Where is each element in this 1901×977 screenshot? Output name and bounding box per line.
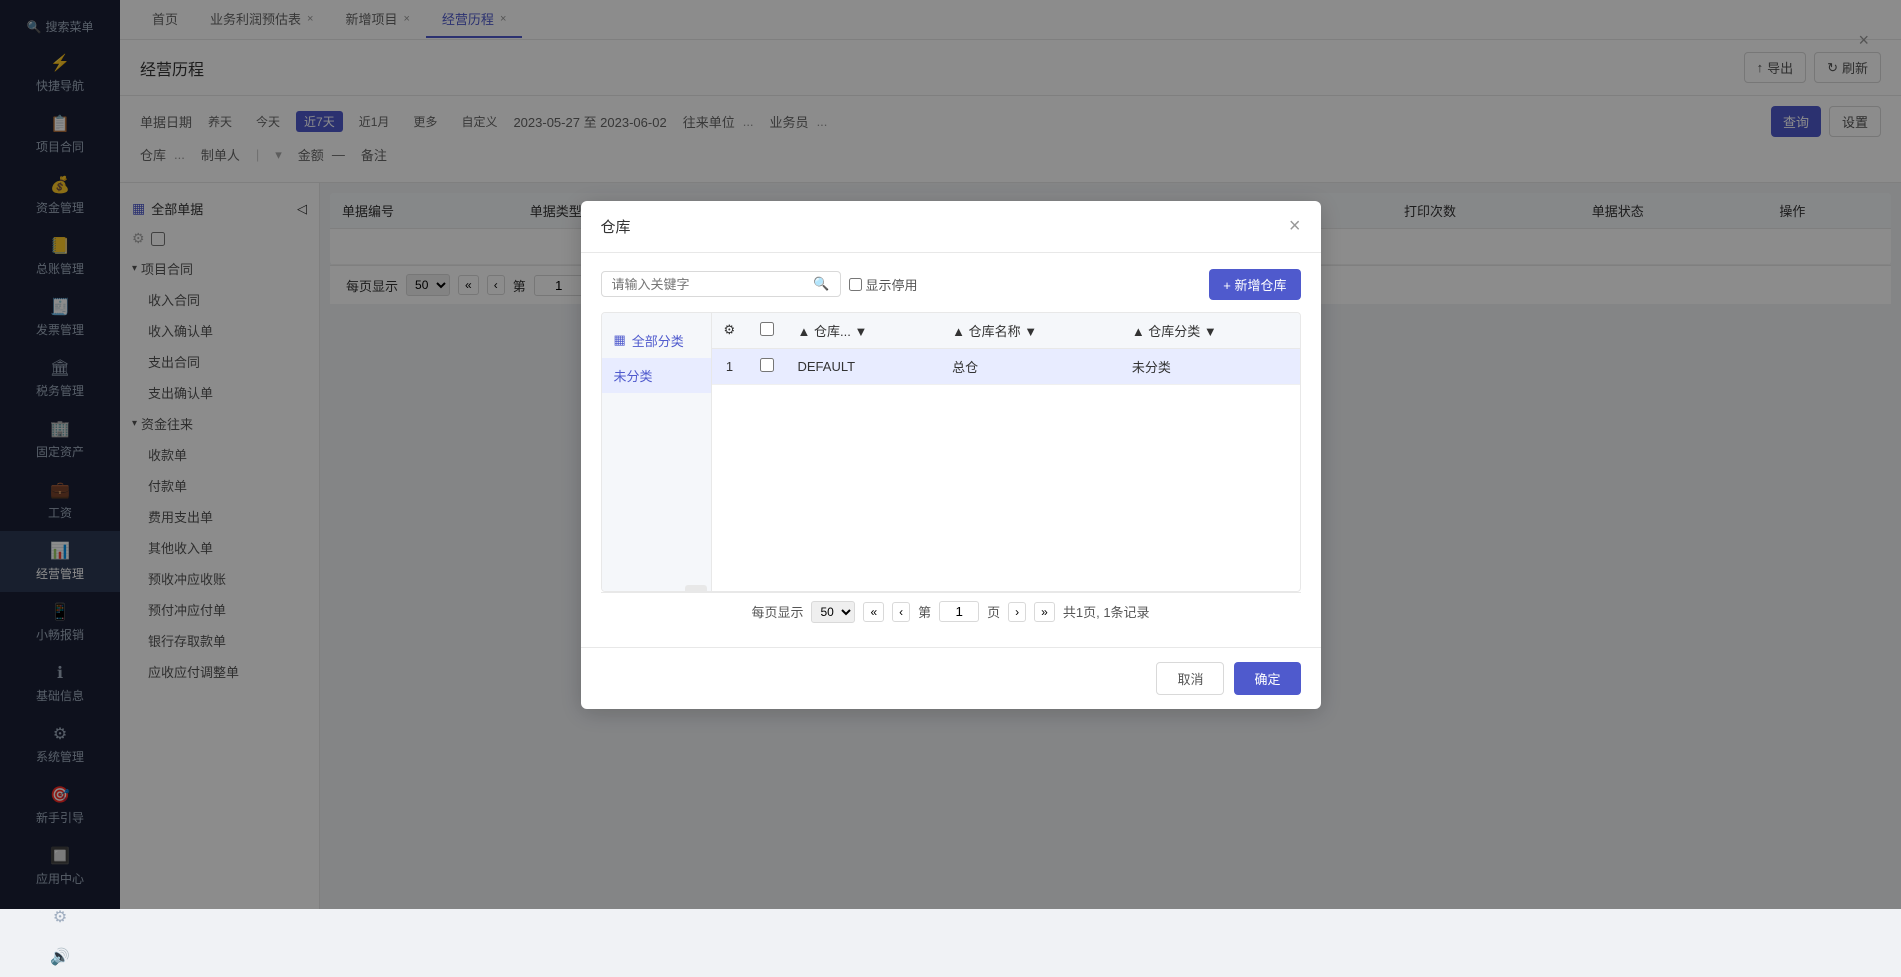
modal-table-panel: ⚙ ▲ 仓库... ▼ ▲ 仓库名称 ▼ — [712, 313, 1300, 591]
audio-btn[interactable]: 🔊 — [0, 937, 120, 977]
row-gear-cell: 1 — [712, 348, 748, 384]
modal-page-input[interactable] — [939, 601, 979, 622]
sidebar-bottom: ⚙ 🔊 — [0, 897, 120, 977]
modal-close-btn[interactable]: × — [1289, 215, 1301, 238]
modal-prev-page-btn[interactable]: ‹ — [892, 602, 910, 622]
modal-total-label: 共1页, 1条记录 — [1063, 602, 1150, 621]
modal-pagination: 每页显示 50 « ‹ 第 页 › » 共1页, 1条记录 — [601, 592, 1301, 631]
col-warehouse-category[interactable]: ▲ 仓库分类 ▼ — [1120, 313, 1300, 349]
grid-icon: ▦ — [614, 332, 626, 348]
col-warehouse-code[interactable]: ▲ 仓库... ▼ — [786, 313, 941, 349]
modal-category-panel: ▦ 全部分类 未分类 ◀ — [602, 313, 712, 591]
modal-title: 仓库 — [601, 216, 631, 237]
row-name-cell: 总仓 — [940, 348, 1120, 384]
new-warehouse-btn[interactable]: + 新增仓库 — [1209, 269, 1300, 300]
row-code-cell: DEFAULT — [786, 348, 941, 384]
modal-last-page-btn[interactable]: » — [1034, 602, 1055, 622]
modal-content-split: ▦ 全部分类 未分类 ◀ — [601, 312, 1301, 592]
modal-toolbar: 🔍 显示停用 + 新增仓库 — [601, 269, 1301, 300]
search-icon: 🔍 — [813, 276, 829, 292]
modal-footer-actions: 取消 确定 — [581, 647, 1321, 709]
modal-page-size-label: 每页显示 — [751, 602, 803, 621]
modal-next-page-btn[interactable]: › — [1008, 602, 1026, 622]
row-checkbox-cell — [748, 348, 786, 384]
search-input[interactable] — [612, 277, 808, 292]
warehouse-modal: 仓库 × 🔍 显示停用 + 新增仓库 — [581, 201, 1321, 709]
all-categories-header[interactable]: ▦ 全部分类 — [602, 323, 711, 358]
left-collapse-btn[interactable]: ◀ — [685, 585, 706, 592]
modal-overlay: 仓库 × 🔍 显示停用 + 新增仓库 — [0, 0, 1901, 909]
modal-page-label: 页 — [987, 602, 1000, 621]
modal-first-page-btn[interactable]: « — [863, 602, 884, 622]
col-warehouse-name[interactable]: ▲ 仓库名称 ▼ — [940, 313, 1120, 349]
col-gear[interactable]: ⚙ — [712, 313, 748, 349]
confirm-button[interactable]: 确定 — [1234, 662, 1300, 695]
modal-page-label-pre: 第 — [918, 602, 931, 621]
select-all-checkbox[interactable] — [760, 322, 774, 336]
show-disabled-checkbox[interactable] — [849, 278, 862, 291]
warehouse-table: ⚙ ▲ 仓库... ▼ ▲ 仓库名称 ▼ — [712, 313, 1300, 385]
category-unclassified[interactable]: 未分类 — [602, 358, 711, 393]
row-category-cell: 未分类 — [1120, 348, 1300, 384]
modal-header: 仓库 × — [581, 201, 1321, 253]
modal-search: 🔍 显示停用 — [601, 271, 918, 297]
gear-icon[interactable]: ⚙ — [724, 322, 736, 337]
search-box: 🔍 — [601, 271, 841, 297]
show-disabled-label[interactable]: 显示停用 — [849, 275, 918, 294]
row-checkbox[interactable] — [760, 358, 774, 372]
table-row[interactable]: 1 DEFAULT 总仓 未分类 — [712, 348, 1300, 384]
modal-body: 🔍 显示停用 + 新增仓库 ▦ — [581, 253, 1321, 647]
modal-page-size-select[interactable]: 50 — [811, 601, 855, 623]
col-select — [748, 313, 786, 349]
cancel-button[interactable]: 取消 — [1156, 662, 1224, 695]
